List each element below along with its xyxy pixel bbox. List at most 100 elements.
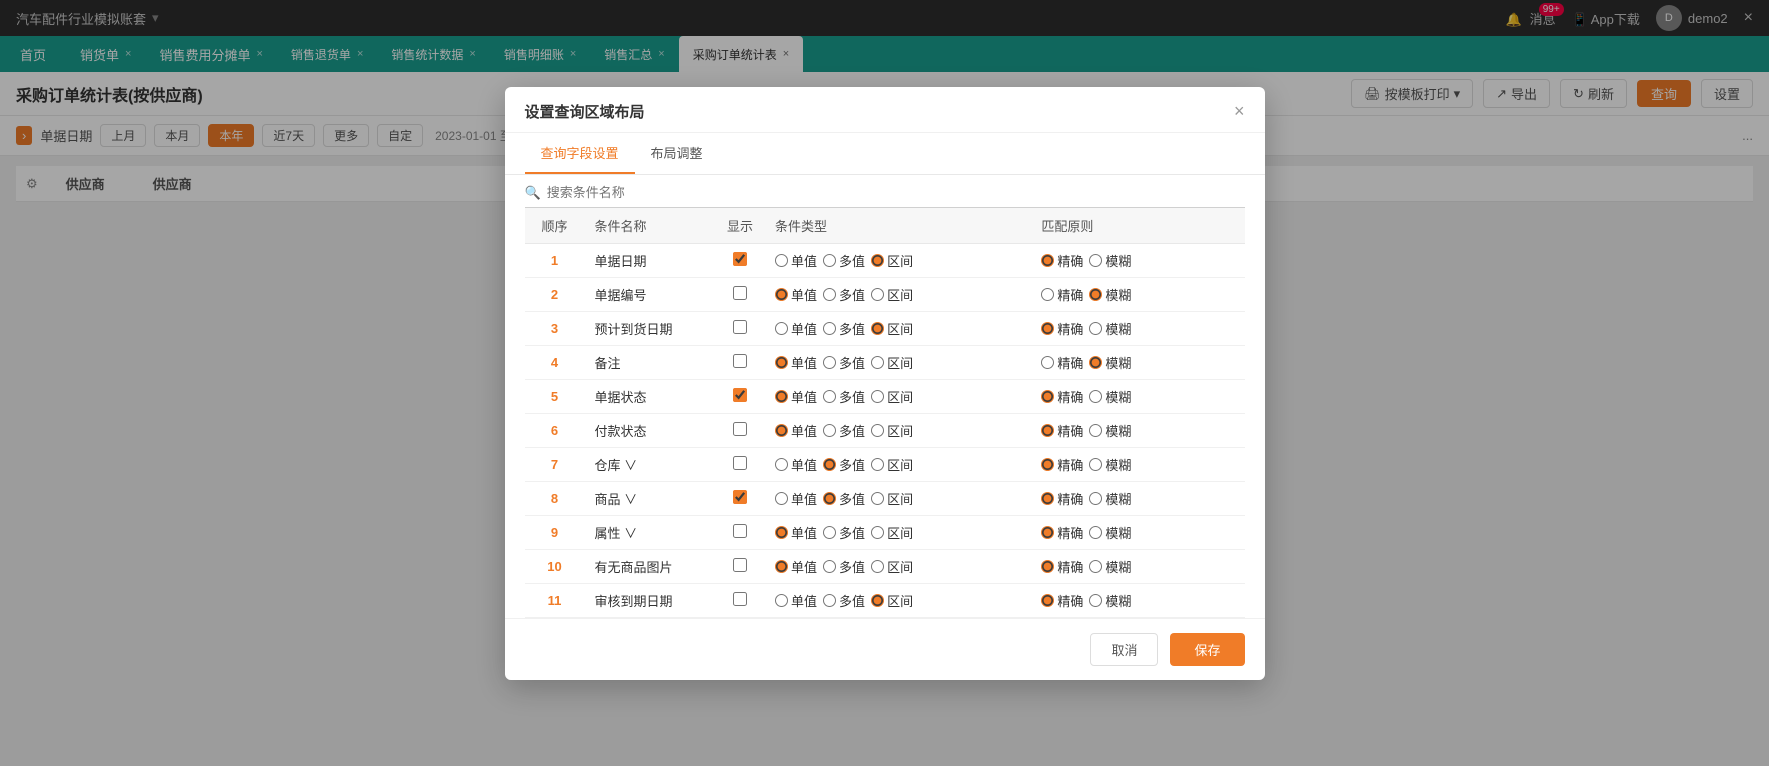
show-checkbox[interactable] bbox=[733, 388, 747, 402]
match-radio-item[interactable]: 模糊 bbox=[1089, 285, 1131, 304]
condition-radio[interactable] bbox=[775, 322, 788, 335]
condition-radio[interactable] bbox=[871, 492, 884, 505]
match-radio-item[interactable]: 模糊 bbox=[1089, 489, 1131, 508]
match-radio-item[interactable]: 模糊 bbox=[1089, 251, 1131, 270]
condition-radio-item[interactable]: 区间 bbox=[871, 421, 913, 440]
condition-radio[interactable] bbox=[871, 288, 884, 301]
condition-radio-item[interactable]: 区间 bbox=[871, 489, 913, 508]
match-radio[interactable] bbox=[1041, 594, 1054, 607]
match-radio-item[interactable]: 精确 bbox=[1041, 319, 1083, 338]
condition-radio-item[interactable]: 单值 bbox=[775, 591, 817, 610]
match-radio[interactable] bbox=[1089, 254, 1102, 267]
match-radio[interactable] bbox=[1089, 322, 1102, 335]
dialog-close-btn[interactable]: × bbox=[1234, 102, 1245, 120]
match-radio[interactable] bbox=[1041, 254, 1054, 267]
condition-radio-item[interactable]: 多值 bbox=[823, 455, 865, 474]
condition-radio[interactable] bbox=[823, 356, 836, 369]
match-radio-item[interactable]: 精确 bbox=[1041, 557, 1083, 576]
match-radio-item[interactable]: 精确 bbox=[1041, 387, 1083, 406]
condition-radio-item[interactable]: 单值 bbox=[775, 523, 817, 542]
condition-radio-item[interactable]: 多值 bbox=[823, 489, 865, 508]
show-checkbox[interactable] bbox=[733, 422, 747, 436]
match-radio-item[interactable]: 精确 bbox=[1041, 523, 1083, 542]
match-radio[interactable] bbox=[1041, 288, 1054, 301]
match-radio[interactable] bbox=[1041, 390, 1054, 403]
condition-radio-item[interactable]: 多值 bbox=[823, 319, 865, 338]
match-radio[interactable] bbox=[1089, 288, 1102, 301]
condition-radio-item[interactable]: 区间 bbox=[871, 455, 913, 474]
match-radio[interactable] bbox=[1041, 526, 1054, 539]
condition-radio[interactable] bbox=[823, 492, 836, 505]
match-radio[interactable] bbox=[1089, 526, 1102, 539]
condition-radio-item[interactable]: 单值 bbox=[775, 421, 817, 440]
condition-radio[interactable] bbox=[871, 560, 884, 573]
condition-radio[interactable] bbox=[775, 492, 788, 505]
match-radio-item[interactable]: 模糊 bbox=[1089, 421, 1131, 440]
condition-radio[interactable] bbox=[775, 390, 788, 403]
dialog-tab-field-settings[interactable]: 查询字段设置 bbox=[525, 133, 635, 174]
condition-radio-item[interactable]: 多值 bbox=[823, 285, 865, 304]
match-radio-item[interactable]: 精确 bbox=[1041, 455, 1083, 474]
search-input[interactable] bbox=[547, 185, 1245, 200]
condition-radio[interactable] bbox=[775, 254, 788, 267]
condition-radio[interactable] bbox=[823, 560, 836, 573]
match-radio-item[interactable]: 模糊 bbox=[1089, 523, 1131, 542]
show-checkbox[interactable] bbox=[733, 592, 747, 606]
match-radio[interactable] bbox=[1089, 560, 1102, 573]
match-radio-item[interactable]: 精确 bbox=[1041, 353, 1083, 372]
match-radio-item[interactable]: 模糊 bbox=[1089, 557, 1131, 576]
condition-radio[interactable] bbox=[871, 254, 884, 267]
condition-radio-item[interactable]: 多值 bbox=[823, 523, 865, 542]
condition-radio[interactable] bbox=[775, 356, 788, 369]
condition-radio[interactable] bbox=[775, 458, 788, 471]
condition-radio[interactable] bbox=[871, 526, 884, 539]
match-radio[interactable] bbox=[1089, 594, 1102, 607]
condition-radio-item[interactable]: 单值 bbox=[775, 251, 817, 270]
match-radio-item[interactable]: 模糊 bbox=[1089, 455, 1131, 474]
match-radio-item[interactable]: 精确 bbox=[1041, 251, 1083, 270]
match-radio[interactable] bbox=[1041, 356, 1054, 369]
condition-radio-item[interactable]: 多值 bbox=[823, 421, 865, 440]
save-btn[interactable]: 保存 bbox=[1170, 633, 1244, 666]
match-radio[interactable] bbox=[1089, 492, 1102, 505]
condition-radio[interactable] bbox=[775, 560, 788, 573]
condition-radio[interactable] bbox=[871, 356, 884, 369]
match-radio-item[interactable]: 模糊 bbox=[1089, 387, 1131, 406]
match-radio[interactable] bbox=[1041, 424, 1054, 437]
condition-radio[interactable] bbox=[823, 254, 836, 267]
condition-radio-item[interactable]: 区间 bbox=[871, 523, 913, 542]
match-radio[interactable] bbox=[1089, 458, 1102, 471]
match-radio[interactable] bbox=[1041, 458, 1054, 471]
condition-radio[interactable] bbox=[871, 322, 884, 335]
condition-radio-item[interactable]: 单值 bbox=[775, 353, 817, 372]
match-radio[interactable] bbox=[1089, 356, 1102, 369]
cancel-btn[interactable]: 取消 bbox=[1090, 633, 1158, 666]
condition-radio-item[interactable]: 区间 bbox=[871, 319, 913, 338]
match-radio-item[interactable]: 模糊 bbox=[1089, 591, 1131, 610]
condition-radio[interactable] bbox=[871, 458, 884, 471]
condition-radio-item[interactable]: 区间 bbox=[871, 387, 913, 406]
condition-radio-item[interactable]: 单值 bbox=[775, 387, 817, 406]
condition-radio-item[interactable]: 区间 bbox=[871, 251, 913, 270]
match-radio-item[interactable]: 精确 bbox=[1041, 285, 1083, 304]
condition-radio-item[interactable]: 多值 bbox=[823, 251, 865, 270]
condition-radio[interactable] bbox=[775, 424, 788, 437]
condition-radio-item[interactable]: 单值 bbox=[775, 557, 817, 576]
show-checkbox[interactable] bbox=[733, 490, 747, 504]
condition-radio[interactable] bbox=[775, 526, 788, 539]
show-checkbox[interactable] bbox=[733, 320, 747, 334]
match-radio[interactable] bbox=[1089, 424, 1102, 437]
show-checkbox[interactable] bbox=[733, 354, 747, 368]
match-radio[interactable] bbox=[1041, 322, 1054, 335]
condition-radio-item[interactable]: 单值 bbox=[775, 455, 817, 474]
condition-radio-item[interactable]: 多值 bbox=[823, 557, 865, 576]
condition-radio-item[interactable]: 区间 bbox=[871, 557, 913, 576]
condition-radio[interactable] bbox=[871, 390, 884, 403]
condition-radio[interactable] bbox=[823, 390, 836, 403]
condition-radio[interactable] bbox=[823, 594, 836, 607]
condition-radio[interactable] bbox=[775, 288, 788, 301]
condition-radio[interactable] bbox=[823, 458, 836, 471]
condition-radio[interactable] bbox=[823, 424, 836, 437]
show-checkbox[interactable] bbox=[733, 286, 747, 300]
condition-radio-item[interactable]: 单值 bbox=[775, 285, 817, 304]
